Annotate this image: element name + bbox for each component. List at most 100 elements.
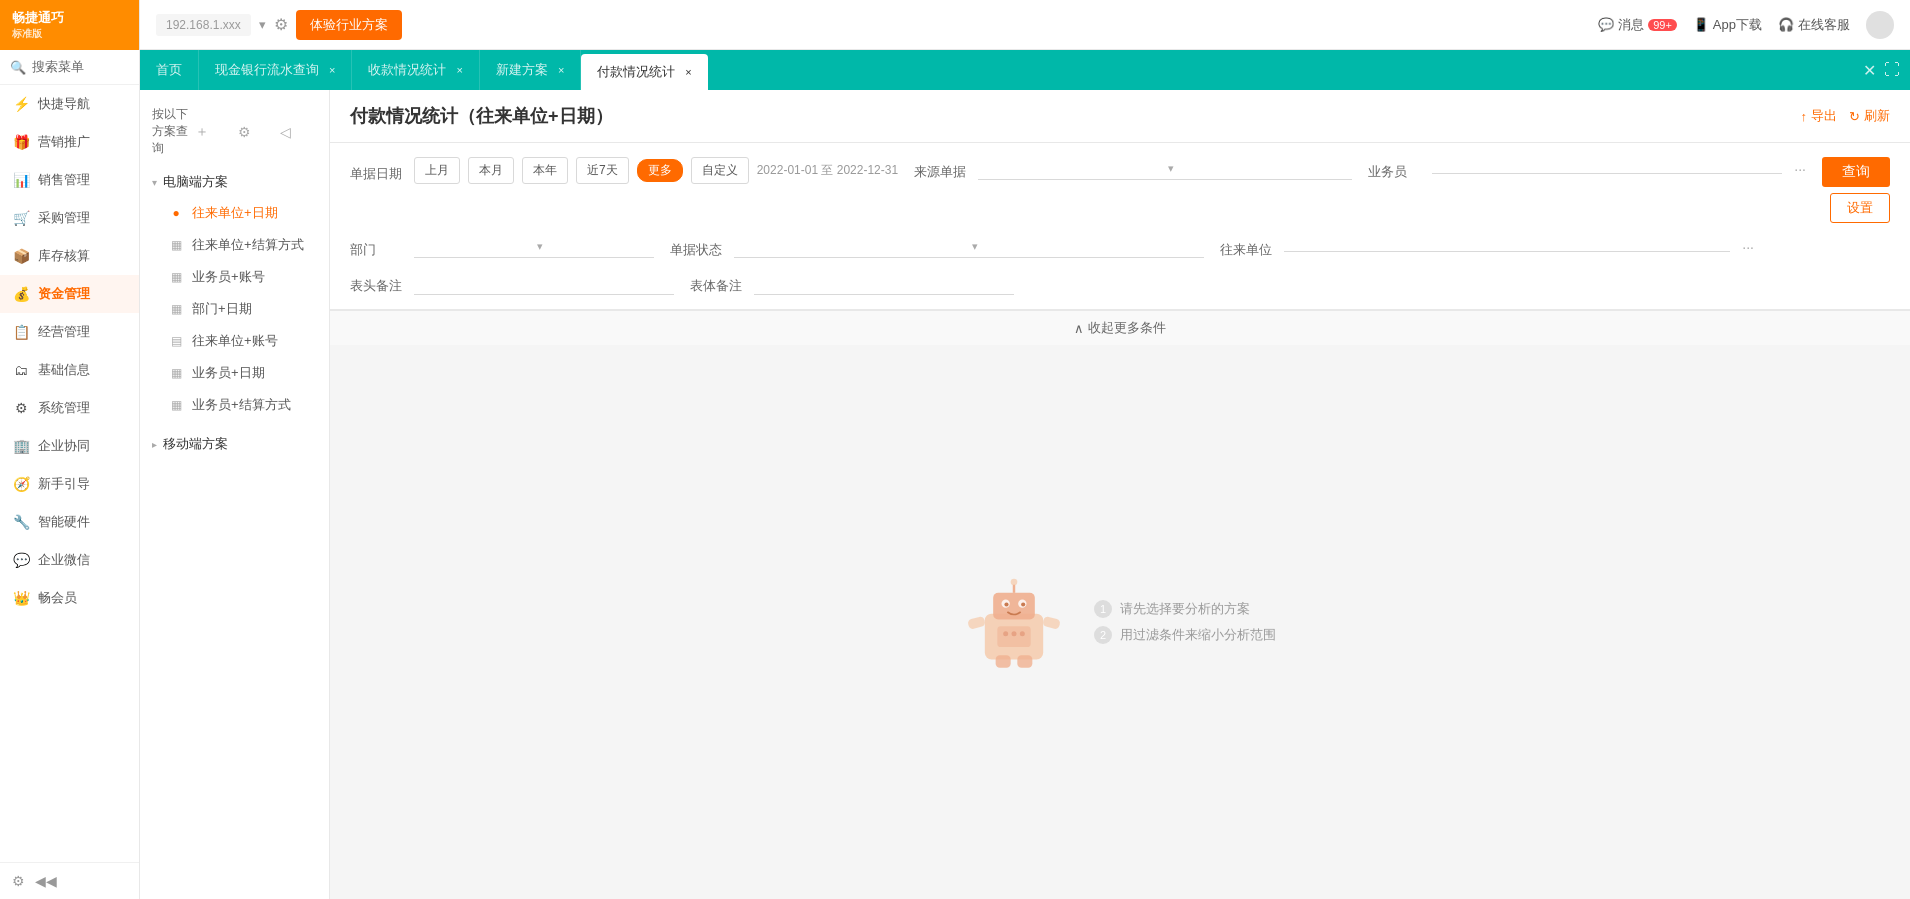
- scheme-item-salesman-date[interactable]: ▦ 业务员+日期: [140, 357, 329, 389]
- docstatus-select[interactable]: ▾: [734, 236, 1204, 258]
- dept-select[interactable]: ▾: [414, 236, 654, 258]
- tip-num-2: 2: [1094, 626, 1112, 644]
- salesman-more-icon[interactable]: ···: [1794, 161, 1806, 177]
- scheme-item-label: 部门+日期: [192, 300, 252, 318]
- content: 按以下方案查询 ＋ ⚙ ◁ ▾ 电脑端方案 ● 往来单位+日期 ▦ 往来单位+结…: [140, 90, 1910, 899]
- tabbar: 首页 现金银行流水查询 × 收款情况统计 × 新建方案 × 付款情况统计 × ✕…: [140, 50, 1910, 90]
- tab-receipt-close[interactable]: ×: [456, 64, 462, 76]
- vip-icon: 👑: [12, 590, 30, 606]
- settings-footer-icon[interactable]: ⚙: [12, 873, 25, 889]
- tab-new-plan-close[interactable]: ×: [558, 64, 564, 76]
- address-dropdown-icon[interactable]: ▾: [259, 17, 266, 32]
- sidebar-item-system[interactable]: ⚙ 系统管理: [0, 389, 139, 427]
- date-btn-7days[interactable]: 近7天: [576, 157, 629, 184]
- docstatus-chevron-icon: ▾: [972, 240, 1198, 253]
- scheme-group-desktop-label: 电脑端方案: [163, 173, 228, 191]
- filter-field-counterpart: 往来单位 ···: [1220, 235, 1754, 259]
- topbar-left: 192.168.1.xxx ▾ ⚙ 体验行业方案: [156, 10, 1588, 40]
- scheme-item-counterpart-date[interactable]: ● 往来单位+日期: [140, 197, 329, 229]
- sidebar-item-wechat[interactable]: 💬 企业微信: [0, 541, 139, 579]
- tab-close-all-icon[interactable]: ✕: [1863, 61, 1876, 80]
- scheme-settings-icon[interactable]: ⚙: [238, 124, 275, 140]
- page-header: 付款情况统计（往来单位+日期） ↑ 导出 ↻ 刷新: [330, 90, 1910, 143]
- tab-home[interactable]: 首页: [140, 50, 199, 90]
- salesman-select[interactable]: [1432, 165, 1782, 174]
- query-btn[interactable]: 查询: [1822, 157, 1890, 187]
- tab-new-plan[interactable]: 新建方案 ×: [480, 50, 581, 90]
- sales-icon: 📊: [12, 172, 30, 188]
- filter-field-docstatus: 单据状态 ▾: [670, 235, 1204, 259]
- sidebar-item-sales[interactable]: 📊 销售管理: [0, 161, 139, 199]
- scheme-item-dept-date[interactable]: ▦ 部门+日期: [140, 293, 329, 325]
- sidebar-item-enterprise[interactable]: 🏢 企业协同: [0, 427, 139, 465]
- user-avatar[interactable]: [1866, 11, 1894, 39]
- counterpart-more-icon[interactable]: ···: [1742, 239, 1754, 255]
- notification-icon: 💬: [1598, 17, 1614, 32]
- scheme-item-counterpart-account[interactable]: ▤ 往来单位+账号: [140, 325, 329, 357]
- sidebar-item-vip[interactable]: 👑 畅会员: [0, 579, 139, 617]
- chevron-down-icon: ▾: [152, 177, 157, 188]
- date-btn-this-year[interactable]: 本年: [522, 157, 568, 184]
- counterpart-select[interactable]: [1284, 243, 1730, 252]
- scheme-collapse-icon[interactable]: ◁: [280, 124, 317, 140]
- notifications-btn[interactable]: 💬 消息 99+: [1598, 16, 1677, 34]
- sidebar-item-quick-nav[interactable]: ⚡ 快捷导航: [0, 85, 139, 123]
- tab-payment[interactable]: 付款情况统计 ×: [581, 54, 707, 90]
- date-btn-more[interactable]: 更多: [637, 159, 683, 182]
- scheme-group-desktop-header[interactable]: ▾ 电脑端方案: [140, 167, 329, 197]
- trial-btn[interactable]: 体验行业方案: [296, 10, 402, 40]
- scheme-item-icon: ▦: [168, 366, 184, 380]
- export-btn[interactable]: ↑ 导出: [1801, 107, 1838, 125]
- sidebar-item-label: 销售管理: [38, 171, 90, 189]
- main-area: 192.168.1.xxx ▾ ⚙ 体验行业方案 💬 消息 99+ 📱 App下…: [140, 0, 1910, 899]
- tab-home-label: 首页: [156, 61, 182, 79]
- app-name: 畅捷通巧: [12, 9, 64, 27]
- settings-btn[interactable]: 设置: [1830, 193, 1890, 223]
- tab-bank[interactable]: 现金银行流水查询 ×: [199, 50, 352, 90]
- scheme-item-icon: ▦: [168, 238, 184, 252]
- topbar-settings-icon[interactable]: ⚙: [274, 15, 288, 34]
- collapse-bar[interactable]: ∧ 收起更多条件: [330, 310, 1910, 345]
- inventory-icon: 📦: [12, 248, 30, 264]
- date-btn-this-month[interactable]: 本月: [468, 157, 514, 184]
- header-note-input[interactable]: [414, 271, 674, 295]
- search-menu[interactable]: 🔍 搜索菜单: [0, 50, 139, 85]
- scheme-sidebar: 按以下方案查询 ＋ ⚙ ◁ ▾ 电脑端方案 ● 往来单位+日期 ▦ 往来单位+结…: [140, 90, 330, 899]
- tab-expand-icon[interactable]: ⛶: [1884, 61, 1900, 79]
- tab-bank-close[interactable]: ×: [329, 64, 335, 76]
- source-select[interactable]: ▾: [978, 158, 1352, 180]
- online-service-label: 在线客服: [1798, 16, 1850, 34]
- sidebar-item-basic[interactable]: 🗂 基础信息: [0, 351, 139, 389]
- online-service-btn[interactable]: 🎧 在线客服: [1778, 16, 1850, 34]
- body-note-input[interactable]: [754, 271, 1014, 295]
- refresh-btn[interactable]: ↻ 刷新: [1849, 107, 1890, 125]
- tab-payment-close[interactable]: ×: [685, 66, 691, 78]
- scheme-group-mobile-header[interactable]: ▸ 移动端方案: [140, 429, 329, 459]
- operation-icon: 📋: [12, 324, 30, 340]
- sidebar-item-guide[interactable]: 🧭 新手引导: [0, 465, 139, 503]
- sidebar-item-purchase[interactable]: 🛒 采购管理: [0, 199, 139, 237]
- date-btn-last-month[interactable]: 上月: [414, 157, 460, 184]
- sidebar-item-inventory[interactable]: 📦 库存核算: [0, 237, 139, 275]
- sidebar-item-hardware[interactable]: 🔧 智能硬件: [0, 503, 139, 541]
- notifications-label: 消息: [1618, 16, 1644, 34]
- date-label: 单据日期: [350, 159, 406, 183]
- svg-point-7: [1011, 579, 1018, 586]
- sidebar-item-marketing[interactable]: 🎁 营销推广: [0, 123, 139, 161]
- date-btn-custom[interactable]: 自定义: [691, 157, 749, 184]
- scheme-add-icon[interactable]: ＋: [195, 123, 232, 141]
- scheme-item-salesman-account[interactable]: ▦ 业务员+账号: [140, 261, 329, 293]
- svg-point-5: [1021, 602, 1025, 606]
- tab-payment-label: 付款情况统计: [597, 63, 675, 81]
- scheme-item-label: 业务员+结算方式: [192, 396, 291, 414]
- scheme-group-mobile-label: 移动端方案: [163, 435, 228, 453]
- scheme-item-counterpart-settlement[interactable]: ▦ 往来单位+结算方式: [140, 229, 329, 261]
- scheme-item-salesman-settlement[interactable]: ▦ 业务员+结算方式: [140, 389, 329, 421]
- collapse-sidebar-icon[interactable]: ◀◀: [35, 873, 57, 889]
- tab-receipt[interactable]: 收款情况统计 ×: [352, 50, 479, 90]
- app-download-btn[interactable]: 📱 App下载: [1693, 16, 1762, 34]
- sidebar-item-operation[interactable]: 📋 经营管理: [0, 313, 139, 351]
- svg-point-15: [1020, 631, 1025, 636]
- sidebar-item-capital[interactable]: 💰 资金管理: [0, 275, 139, 313]
- sidebar-item-label: 系统管理: [38, 399, 90, 417]
